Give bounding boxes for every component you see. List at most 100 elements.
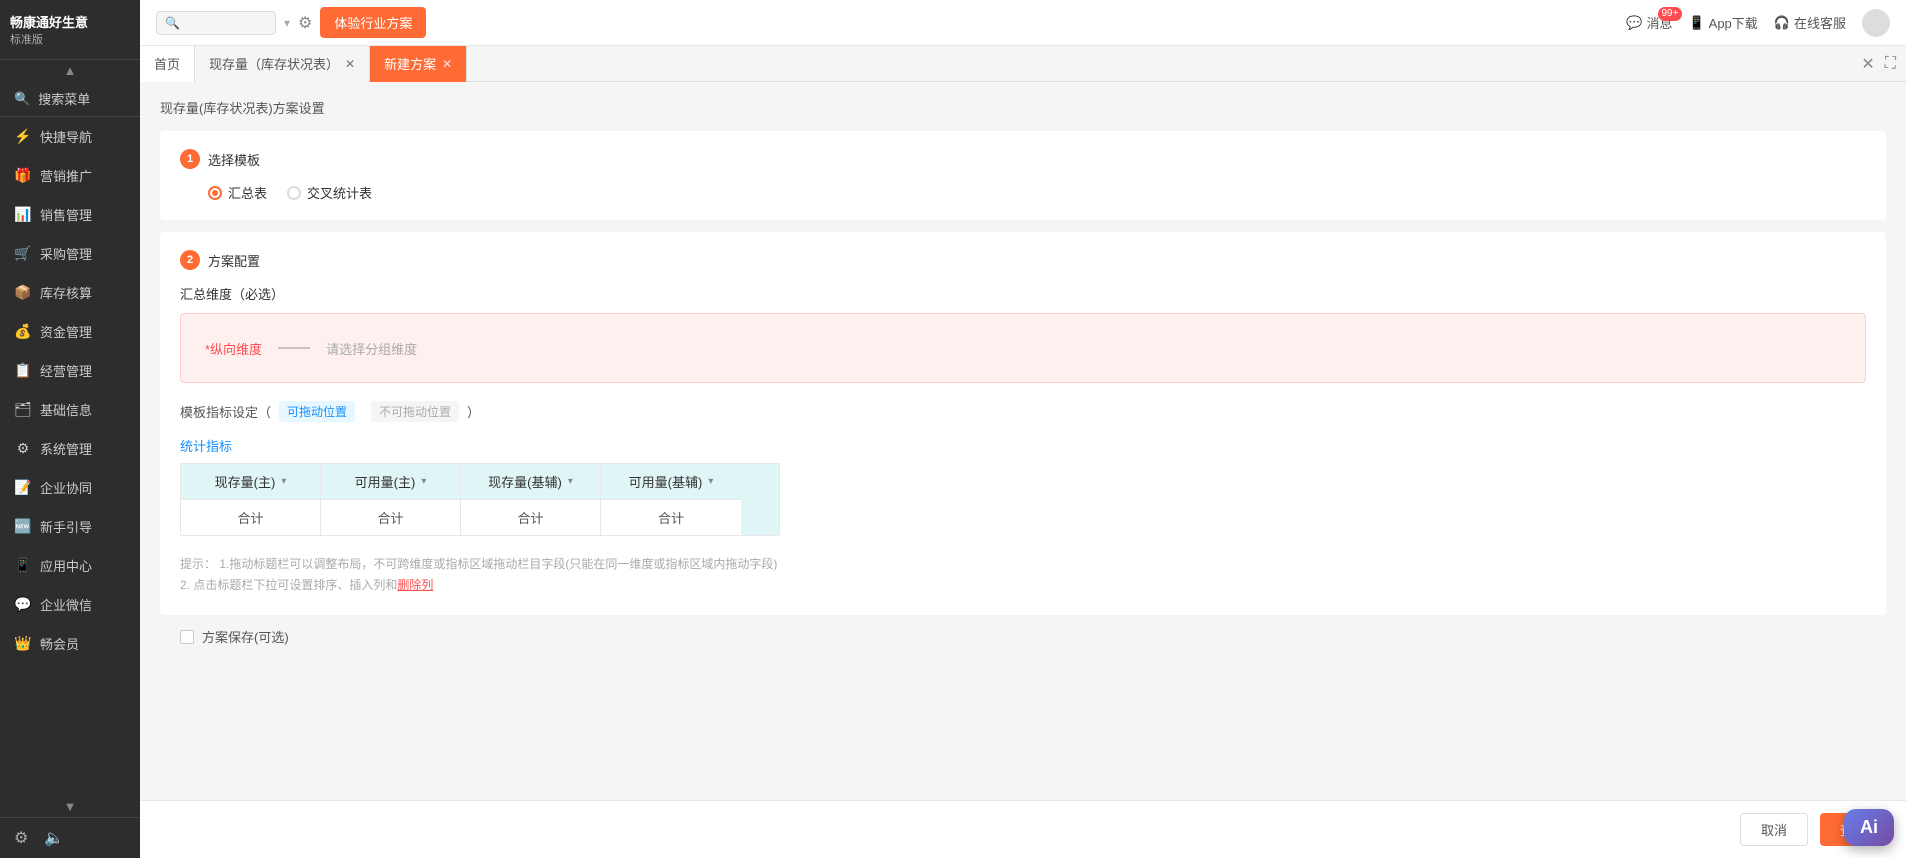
stats-table: 现存量(主) ▾ 合计 可用量(主) ▾ [180,463,780,536]
stats-data-cell-3: 合计 [461,500,600,535]
messages-icon: 💬 [1626,15,1642,31]
tips-area: 提示： 1.拖动标题栏可以调整布局，不可跨维度或指标区域拖动栏目字段(只能在同一… [180,555,1866,593]
sidebar: 畅康通好生意 标准版 ▲ 🔍 搜索菜单 ⚡ 快捷导航 🎁 营销推广 📊 销售管理… [0,0,140,858]
stats-header-cell-3[interactable]: 现存量(基辅) ▾ [461,464,600,500]
stats-col4-header-label: 可用量(基辅) [629,472,703,491]
tab-home[interactable]: 首页 [140,46,195,82]
sidebar-label-enterprise-agr: 企业协同 [40,478,92,497]
sidebar-item-inventory[interactable]: 📦 库存核算 [0,273,140,312]
indicator-settings: 模板指标设定（ 可拖动位置 不可拖动位置 ） [180,401,1866,422]
tab-inventory-close-icon[interactable]: ✕ [345,57,355,71]
tab-new-scheme[interactable]: 新建方案 ✕ [370,46,467,82]
stats-col1-chevron[interactable]: ▾ [281,476,286,487]
dimension-input-area[interactable]: *纵向维度 —— 请选择分组维度 [180,313,1866,383]
radio-summary[interactable]: 汇总表 [208,183,267,202]
vip-icon: 👑 [14,635,32,653]
sidebar-item-enterprise-agr[interactable]: 📝 企业协同 [0,468,140,507]
sidebar-label-vip: 畅会员 [40,634,79,653]
sidebar-item-finance[interactable]: 💰 资金管理 [0,312,140,351]
app-version: 标准版 [10,31,130,47]
trial-industry-button[interactable]: 体验行业方案 [320,7,426,38]
topbar: 🔍 ▾ ⚙ 体验行业方案 💬 消息 99+ 📱 App下载 🎧 在线客服 [140,0,1906,46]
messages-item[interactable]: 💬 消息 99+ [1626,13,1672,32]
tab-inventory-status-label: 现存量（库存状况表） [209,54,339,73]
dimension-dash: —— [278,339,310,357]
stats-col-4: 可用量(基辅) ▾ 合计 [601,464,741,535]
sidebar-audio-icon[interactable]: 🔈 [44,828,64,848]
sidebar-label-search-menu: 搜索菜单 [38,89,90,108]
ai-bubble[interactable]: Ai [1844,809,1894,846]
user-avatar[interactable] [1862,9,1890,37]
system-icon: ⚙ [14,440,32,458]
radio-summary-label: 汇总表 [228,183,267,202]
search-icon: 🔍 [14,91,30,107]
sidebar-label-business: 经营管理 [40,361,92,380]
sidebar-item-enterprise-wechat[interactable]: 💬 企业微信 [0,585,140,624]
footer-buttons: 取消 查询 [140,800,1906,858]
sidebar-item-sales[interactable]: 📊 销售管理 [0,195,140,234]
stats-data-cell-1: 合计 [181,500,320,535]
headset-icon: 🎧 [1774,15,1790,31]
stats-col1-header-label: 现存量(主) [215,472,276,491]
app-name: 畅康通好生意 [10,12,130,31]
sidebar-label-marketing: 营销推广 [40,166,92,185]
sidebar-item-quick-nav[interactable]: ⚡ 快捷导航 [0,117,140,156]
page-title: 现存量(库存状况表)方案设置 [160,98,1886,117]
tab-home-label: 首页 [154,54,180,73]
sidebar-label-finance: 资金管理 [40,322,92,341]
stats-col2-sub-label: 合计 [377,508,403,527]
step1-number: 1 [180,149,200,169]
tab-inventory-status[interactable]: 现存量（库存状况表） ✕ [195,46,370,82]
stats-col4-chevron[interactable]: ▾ [708,476,713,487]
sidebar-settings-icon[interactable]: ⚙ [14,828,28,848]
sidebar-item-purchase[interactable]: 🛒 采购管理 [0,234,140,273]
save-checkbox-area: 方案保存(可选) [160,615,1886,658]
sidebar-label-basic-info: 基础信息 [40,400,92,419]
app-download-item[interactable]: 📱 App下载 [1688,13,1757,32]
purchase-icon: 🛒 [14,245,32,263]
tabs-bar: 首页 现存量（库存状况表） ✕ 新建方案 ✕ ✕ ⛶ [140,46,1906,82]
stats-header-cell-1[interactable]: 现存量(主) ▾ [181,464,320,500]
sidebar-item-system[interactable]: ⚙ 系统管理 [0,429,140,468]
quick-nav-icon: ⚡ [14,128,32,146]
sidebar-item-vip[interactable]: 👑 畅会员 [0,624,140,663]
step1-title: 选择模板 [208,150,260,169]
tab-new-scheme-close-icon[interactable]: ✕ [442,57,452,71]
stats-col1-sub-label: 合计 [237,508,263,527]
sidebar-item-new-guide[interactable]: 🆕 新手引导 [0,507,140,546]
sidebar-item-business[interactable]: 📋 经营管理 [0,351,140,390]
sidebar-item-marketing[interactable]: 🎁 营销推广 [0,156,140,195]
topbar-search-box[interactable]: 🔍 [156,11,276,35]
radio-summary-dot [208,186,222,200]
sidebar-label-enterprise-wechat: 企业微信 [40,595,92,614]
stats-header-cell-2[interactable]: 可用量(主) ▾ [321,464,460,500]
cancel-button[interactable]: 取消 [1740,813,1808,846]
sidebar-item-app-center[interactable]: 📱 应用中心 [0,546,140,585]
marketing-icon: 🎁 [14,167,32,185]
save-checkbox[interactable] [180,630,194,644]
sidebar-label-purchase: 采购管理 [40,244,92,263]
radio-cross[interactable]: 交叉统计表 [287,183,372,202]
sidebar-scroll-up[interactable]: ▲ [0,60,140,81]
inventory-icon: 📦 [14,284,32,302]
stats-header-cell-4[interactable]: 可用量(基辅) ▾ [601,464,741,500]
delete-column-link[interactable]: 删除列 [397,578,433,592]
sidebar-scroll-down[interactable]: ▼ [0,796,140,817]
topbar-dropdown-icon[interactable]: ▾ [284,16,290,30]
stats-col3-chevron[interactable]: ▾ [568,476,573,487]
tab-expand-icon[interactable]: ⛶ [1885,55,1896,73]
sidebar-item-basic-info[interactable]: 🗂 基础信息 [0,390,140,429]
dimension-placeholder: 请选择分组维度 [326,339,417,358]
online-service-item[interactable]: 🎧 在线客服 [1774,13,1846,32]
draggable-badge: 可拖动位置 [279,401,355,422]
page-content: 现存量(库存状况表)方案设置 1 选择模板 汇总表 交叉统计表 2 [140,82,1906,800]
messages-badge: 99+ [1658,7,1683,21]
stats-data-cell-2: 合计 [321,500,460,535]
topbar-gear-icon[interactable]: ⚙ [298,13,312,33]
stats-col2-chevron[interactable]: ▾ [421,476,426,487]
business-icon: 📋 [14,362,32,380]
tab-close-all-icon[interactable]: ✕ [1861,54,1874,74]
topbar-right: 💬 消息 99+ 📱 App下载 🎧 在线客服 [1626,9,1890,37]
sidebar-item-search-menu[interactable]: 🔍 搜索菜单 [0,81,140,117]
sidebar-nav: 🔍 搜索菜单 ⚡ 快捷导航 🎁 营销推广 📊 销售管理 🛒 采购管理 📦 库存核… [0,81,140,796]
